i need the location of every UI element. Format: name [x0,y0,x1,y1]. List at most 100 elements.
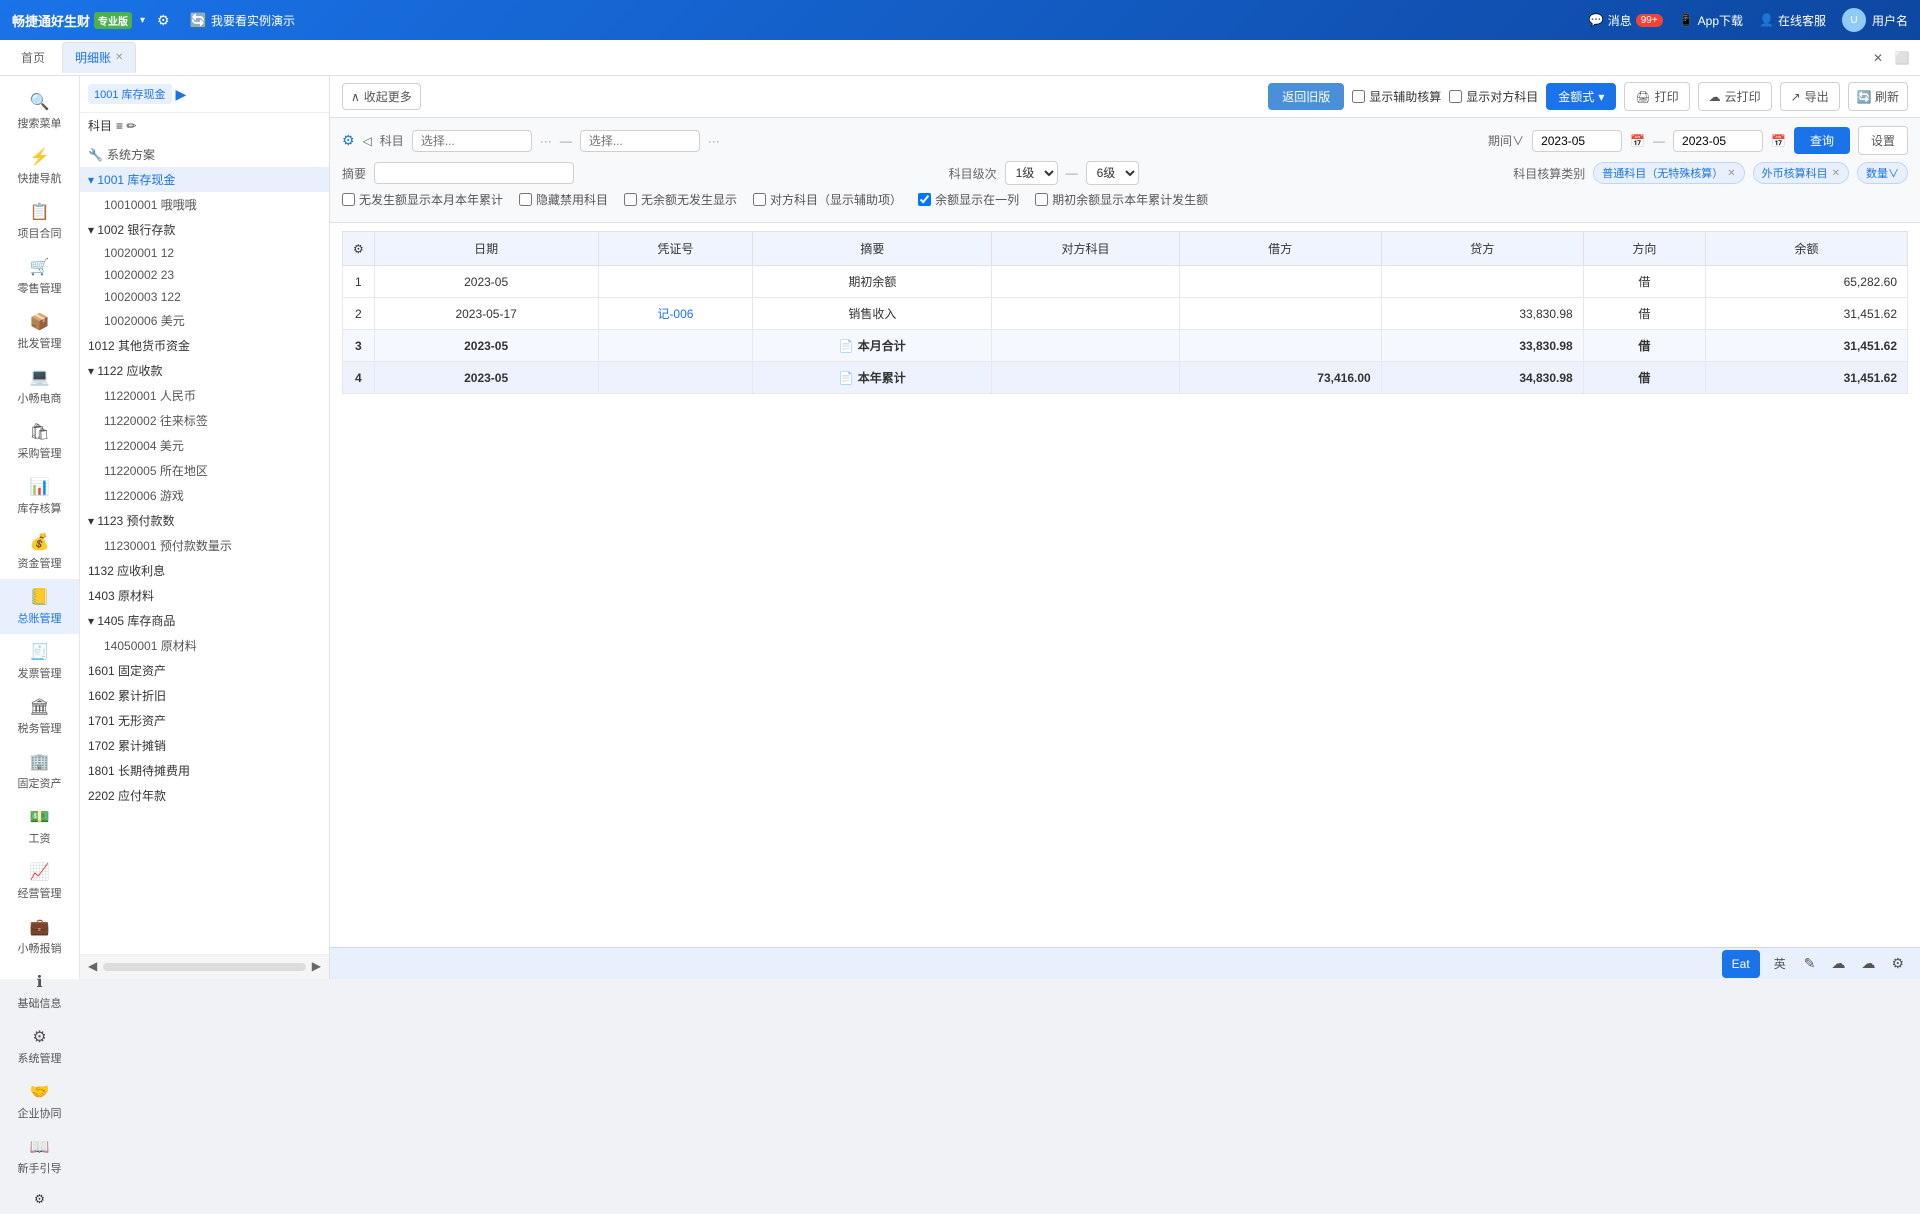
checkbox-balance-col[interactable]: 余额显示在一列 [918,191,1019,208]
show-opposite-input[interactable] [1449,90,1462,103]
sidebar-item-system[interactable]: ⚙ 系统管理 [0,1019,79,1074]
scroll-thumb[interactable] [103,963,306,971]
tree-item-1132[interactable]: 1132 应收利息 [80,558,329,583]
tree-item-11220005[interactable]: 11220005 所在地区 [80,458,329,483]
tree-item-11220004[interactable]: 11220004 美元 [80,433,329,458]
check-no-balance[interactable] [624,193,637,206]
tree-item-14050001[interactable]: 14050001 原材料 [80,633,329,658]
tree-item-1012[interactable]: 1012 其他货币资金 [80,333,329,358]
check-opposite[interactable] [753,193,766,206]
tree-item-10020001[interactable]: 10020001 12 [80,242,329,264]
logo-dropdown[interactable]: ▾ [140,15,145,26]
show-assist-check[interactable]: 显示辅助核算 [1352,88,1441,105]
refresh-btn[interactable]: 🔄 刷新 [1848,82,1908,111]
voucher-link[interactable]: 记-006 [657,307,693,321]
eat-btn[interactable]: Eat [1722,950,1760,978]
calendar-icon-1[interactable]: 📅 [1630,134,1645,148]
tree-item-1602[interactable]: 1602 累计折旧 [80,683,329,708]
tree-item-1002[interactable]: ▾ 1002 银行存款 [80,217,329,242]
next-account-btn[interactable]: ▶ [176,86,187,103]
check-no-amount[interactable] [342,193,355,206]
app-download-btn[interactable]: 📱 App下载 [1679,12,1743,29]
sidebar-item-management[interactable]: 📈 经营管理 [0,854,79,909]
sidebar-item-payroll[interactable]: 💵 工资 [0,799,79,854]
tree-item-10020003[interactable]: 10020003 122 [80,286,329,308]
settings-bottom-icon[interactable]: ⚙ [1887,953,1908,974]
period-end[interactable] [1673,130,1763,152]
period-start[interactable] [1532,130,1622,152]
tab-close-all[interactable]: ✕ [1868,48,1888,68]
tree-item-11220006[interactable]: 11220006 游戏 [80,483,329,508]
cloud-icon-1[interactable]: ☁ [1827,953,1849,974]
tree-item-1403[interactable]: 1403 原材料 [80,583,329,608]
tree-item-1801[interactable]: 1801 长期待摊费用 [80,758,329,783]
sidebar-item-ledger[interactable]: 📒 总账管理 [0,579,79,634]
level-end-select[interactable]: 6级3级4级5级 [1086,161,1139,185]
back-btn[interactable]: 返回旧版 [1268,83,1344,110]
tree-item-2202[interactable]: 2202 应付年款 [80,783,329,808]
tree-item-1702[interactable]: 1702 累计摊销 [80,733,329,758]
sidebar-item-inventory[interactable]: 📊 库存核算 [0,469,79,524]
filter-tag-3[interactable]: 数量∨ [1857,162,1908,184]
edit-icon[interactable]: ✏ [126,119,136,133]
filter-arrow[interactable]: ◁ [363,134,372,148]
tab-detail-close[interactable]: ✕ [115,52,123,63]
print-btn[interactable]: 🖨 打印 [1624,82,1689,111]
set-btn[interactable]: 设置 [1858,126,1908,155]
sidebar-item-ecommerce[interactable]: 💻 小畅电商 [0,359,79,414]
checkbox-no-balance[interactable]: 无余额无发生显示 [624,191,737,208]
settings-icon[interactable]: ⚙ [157,12,170,29]
tree-item-1122[interactable]: ▾ 1122 应收款 [80,358,329,383]
th-settings[interactable]: ⚙ [343,232,375,266]
sidebar-item-expense[interactable]: 💼 小畅报销 [0,909,79,964]
sidebar-item-basic[interactable]: ℹ 基础信息 [0,964,79,1019]
check-opening[interactable] [1035,193,1048,206]
sidebar-item-purchase[interactable]: 🛍 采购管理 [0,414,79,469]
edit-tool-icon[interactable]: ✎ [1800,953,1820,974]
checkbox-no-amount[interactable]: 无发生额显示本月本年累计 [342,191,503,208]
sidebar-item-nav[interactable]: ⚡ 快捷导航 [0,139,79,194]
tree-item-11220001[interactable]: 11220001 人民币 [80,383,329,408]
sidebar-item-invoice[interactable]: 🧾 发票管理 [0,634,79,689]
tab-detail[interactable]: 明细账 ✕ [62,42,136,73]
sidebar-item-retail[interactable]: 🛒 零售管理 [0,249,79,304]
tab-home[interactable]: 首页 [8,42,58,73]
more-btn[interactable]: ∧ 收起更多 [342,83,421,110]
checkbox-opposite[interactable]: 对方科目（显示辅助项） [753,191,902,208]
tag-remove-2[interactable]: ✕ [1832,168,1840,179]
sidebar-item-finance[interactable]: 💰 资金管理 [0,524,79,579]
export-btn[interactable]: ↗ 导出 [1780,82,1840,111]
account-filter-input2[interactable] [580,130,700,152]
tree-item-1405[interactable]: ▾ 1405 库存商品 [80,608,329,633]
check-balance-col[interactable] [918,193,931,206]
tree-item-10020002[interactable]: 10020002 23 [80,264,329,286]
check-hide-disabled[interactable] [519,193,532,206]
sidebar-item-wholesale[interactable]: 📦 批发管理 [0,304,79,359]
user-area[interactable]: U 用户名 [1842,8,1908,32]
tree-item-1001[interactable]: ▾ 1001 库存现金 [80,167,329,192]
lang-btn[interactable]: 英 [1768,953,1792,974]
cloud-print-btn[interactable]: ☁ 云打印 [1698,82,1772,111]
sidebar-item-tax[interactable]: 🏛 税务管理 [0,689,79,744]
summary-input[interactable] [374,162,574,184]
checkbox-opening[interactable]: 期初余额显示本年累计发生额 [1035,191,1208,208]
tree-item-10010001[interactable]: 10010001 哦哦哦 [80,192,329,217]
tag-remove-1[interactable]: ✕ [1727,168,1735,179]
tree-item-1123[interactable]: ▾ 1123 预付款数 [80,508,329,533]
sidebar-item-assets[interactable]: 🏢 固定资产 [0,744,79,799]
tab-maximize[interactable]: ⬜ [1892,48,1912,68]
selected-account[interactable]: 1001 库存现金 [88,84,172,104]
tree-item-10020006[interactable]: 10020006 美元 [80,308,329,333]
list-icon[interactable]: ≡ [116,119,123,133]
tree-item-11220002[interactable]: 11220002 往来标签 [80,408,329,433]
level-start-select[interactable]: 1级2级3级 [1005,161,1058,185]
tree-item-1701[interactable]: 1701 无形资产 [80,708,329,733]
show-assist-input[interactable] [1352,90,1365,103]
demo-link[interactable]: 🔄 我要看实例演示 [190,12,295,29]
filter-icon[interactable]: ⚙ [342,132,355,149]
online-service-btn[interactable]: 👤 在线客服 [1759,12,1826,29]
scroll-right[interactable]: ▶ [312,959,321,975]
sidebar-item-guide[interactable]: 📖 新手引导 [0,1129,79,1184]
sidebar-item-search[interactable]: 🔍 搜索菜单 [0,84,79,139]
calendar-icon-2[interactable]: 📅 [1771,134,1786,148]
